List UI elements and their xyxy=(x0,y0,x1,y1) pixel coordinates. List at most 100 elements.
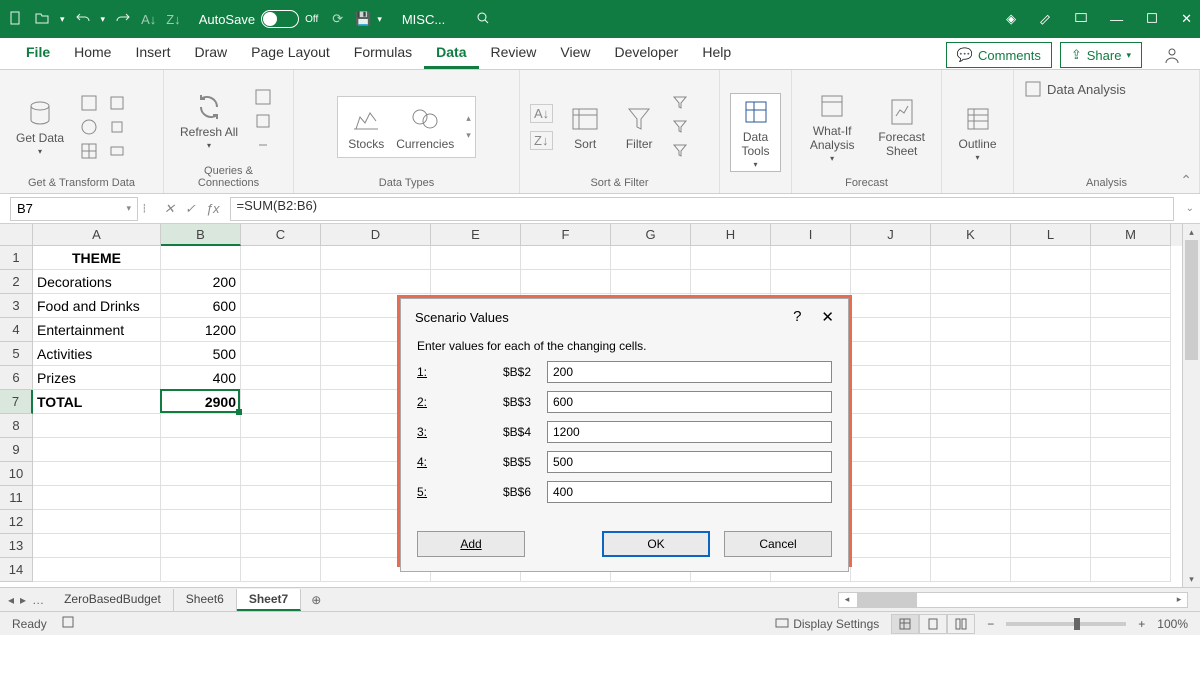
cell[interactable] xyxy=(931,270,1011,294)
cell[interactable] xyxy=(321,270,431,294)
cell[interactable] xyxy=(1091,342,1171,366)
comments-button[interactable]: 💬 Comments xyxy=(946,42,1052,68)
diamond-icon[interactable]: ◈ xyxy=(1006,11,1016,27)
cell[interactable] xyxy=(1091,438,1171,462)
cell[interactable]: 400 xyxy=(161,366,241,390)
cell[interactable] xyxy=(161,246,241,270)
cell[interactable] xyxy=(33,438,161,462)
cell[interactable] xyxy=(1091,486,1171,510)
cell[interactable] xyxy=(1091,294,1171,318)
save-icon[interactable]: 💾 xyxy=(355,11,371,27)
close-icon[interactable]: ✕ xyxy=(1181,11,1192,27)
column-header[interactable]: B xyxy=(161,224,241,246)
cell[interactable] xyxy=(931,366,1011,390)
outline-button[interactable]: Outline ▾ xyxy=(952,101,1002,164)
cell[interactable] xyxy=(321,246,431,270)
cancel-button[interactable]: Cancel xyxy=(724,531,832,557)
cell[interactable] xyxy=(931,510,1011,534)
cell[interactable] xyxy=(1011,510,1091,534)
cell[interactable] xyxy=(241,558,321,582)
cell[interactable] xyxy=(33,558,161,582)
enter-formula-icon[interactable]: ✓ xyxy=(185,201,196,217)
sheet-tab[interactable]: Sheet6 xyxy=(174,589,237,611)
from-table-icon[interactable] xyxy=(80,142,98,160)
column-header[interactable]: G xyxy=(611,224,691,246)
cancel-formula-icon[interactable]: ✕ xyxy=(164,201,175,217)
cell[interactable] xyxy=(161,558,241,582)
vertical-scrollbar[interactable]: ▴ ▾ xyxy=(1182,224,1200,587)
cell[interactable] xyxy=(931,246,1011,270)
cell[interactable] xyxy=(241,534,321,558)
cell[interactable] xyxy=(691,270,771,294)
cell[interactable] xyxy=(611,270,691,294)
cell[interactable] xyxy=(931,438,1011,462)
column-header[interactable]: D xyxy=(321,224,431,246)
chevron-up-icon[interactable]: ▴ xyxy=(466,113,471,124)
cell[interactable] xyxy=(1091,246,1171,270)
cell[interactable] xyxy=(851,270,931,294)
row-header[interactable]: 12 xyxy=(0,510,33,534)
new-file-icon[interactable] xyxy=(8,10,24,29)
tab-view[interactable]: View xyxy=(548,38,602,69)
column-header[interactable]: A xyxy=(33,224,161,246)
row-header[interactable]: 5 xyxy=(0,342,33,366)
cell[interactable] xyxy=(1091,534,1171,558)
data-analysis-button[interactable]: Data Analysis xyxy=(1024,80,1126,98)
zoom-level[interactable]: 100% xyxy=(1157,617,1188,631)
namebox-resize-icon[interactable]: ┇ xyxy=(142,205,154,213)
column-header[interactable]: F xyxy=(521,224,611,246)
cell[interactable] xyxy=(1091,270,1171,294)
ok-button[interactable]: OK xyxy=(602,531,710,557)
tab-home[interactable]: Home xyxy=(62,38,123,69)
normal-view-icon[interactable] xyxy=(891,614,919,634)
close-icon[interactable]: ✕ xyxy=(821,308,834,326)
cell[interactable] xyxy=(931,462,1011,486)
cell[interactable] xyxy=(241,486,321,510)
cell[interactable]: Prizes xyxy=(33,366,161,390)
scenario-value-input[interactable] xyxy=(547,481,832,503)
row-header[interactable]: 13 xyxy=(0,534,33,558)
cell[interactable]: 2900 xyxy=(161,390,241,414)
sort-button[interactable]: Sort xyxy=(563,101,607,153)
scroll-right-icon[interactable]: ▸ xyxy=(1171,593,1187,607)
cell[interactable] xyxy=(931,486,1011,510)
what-if-button[interactable]: What-If Analysis ▾ xyxy=(802,88,862,165)
column-header[interactable]: L xyxy=(1011,224,1091,246)
scroll-thumb[interactable] xyxy=(1185,240,1198,360)
column-header[interactable]: I xyxy=(771,224,851,246)
tab-review[interactable]: Review xyxy=(479,38,549,69)
cell[interactable]: Decorations xyxy=(33,270,161,294)
user-avatar-icon[interactable] xyxy=(1158,41,1186,69)
sort-asc-icon[interactable]: A↓ xyxy=(141,12,156,27)
display-settings-button[interactable]: Display Settings xyxy=(775,617,879,631)
scenario-value-input[interactable] xyxy=(547,391,832,413)
add-sheet-button[interactable]: ⊕ xyxy=(301,593,331,607)
cell[interactable]: Entertainment xyxy=(33,318,161,342)
minimize-icon[interactable]: — xyxy=(1110,12,1123,27)
clear-filter-icon[interactable] xyxy=(671,94,689,112)
search-icon[interactable] xyxy=(475,10,491,29)
cell[interactable] xyxy=(241,270,321,294)
edit-links-icon[interactable] xyxy=(254,136,272,154)
formula-input[interactable]: =SUM(B2:B6) xyxy=(230,197,1174,221)
cell[interactable]: 500 xyxy=(161,342,241,366)
cell[interactable] xyxy=(241,366,321,390)
sort-desc-icon[interactable]: Z↓ xyxy=(530,131,553,150)
zoom-in-icon[interactable]: + xyxy=(1138,617,1145,631)
cell[interactable] xyxy=(241,318,321,342)
maximize-icon[interactable] xyxy=(1145,11,1159,28)
cell[interactable] xyxy=(1011,438,1091,462)
cell[interactable]: 1200 xyxy=(161,318,241,342)
cell[interactable] xyxy=(431,270,521,294)
cell[interactable] xyxy=(851,558,931,582)
cell[interactable] xyxy=(1011,270,1091,294)
cell[interactable] xyxy=(241,438,321,462)
select-all-corner[interactable] xyxy=(0,224,33,246)
cell[interactable] xyxy=(431,246,521,270)
cell[interactable] xyxy=(851,342,931,366)
row-header[interactable]: 4 xyxy=(0,318,33,342)
cell[interactable] xyxy=(1011,366,1091,390)
collapse-ribbon-icon[interactable]: ⌃ xyxy=(1180,172,1192,189)
filter-button[interactable]: Filter xyxy=(617,101,661,153)
cell[interactable] xyxy=(931,342,1011,366)
